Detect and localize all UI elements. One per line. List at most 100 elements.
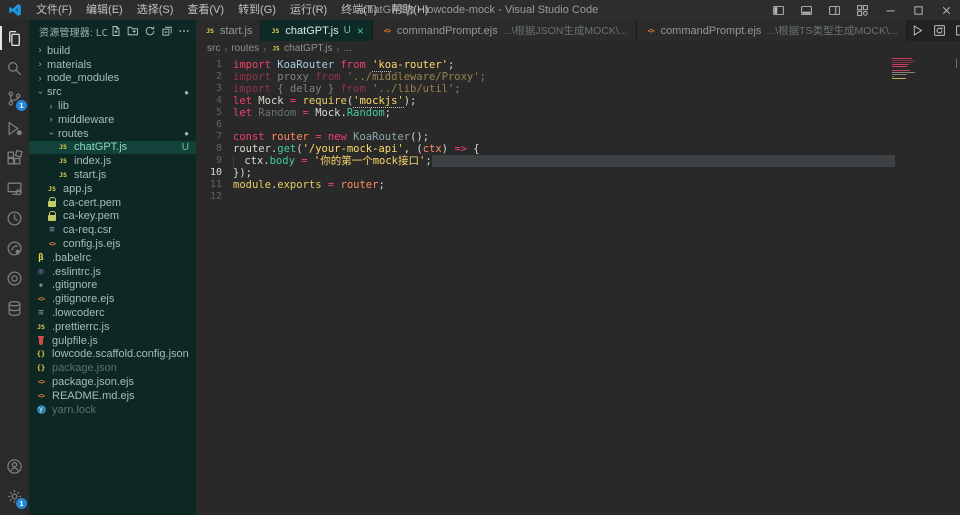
tree-file-package-json[interactable]: package.json [29, 361, 196, 375]
run-code-button[interactable] [929, 20, 951, 41]
tree-label: chatGPT.js [74, 141, 128, 154]
close-tab-icon[interactable]: × [357, 25, 364, 37]
tree-file--prettierrc-js[interactable]: .prettierrc.js [29, 320, 196, 334]
menu-item-5[interactable]: 运行(R) [283, 0, 334, 20]
tree-label: gulpfile.js [52, 334, 98, 347]
tree-label: yarn.lock [52, 403, 97, 416]
tree-file-gulpfile-js[interactable]: gulpfile.js [29, 334, 196, 348]
source-control-icon[interactable]: 1 [0, 83, 29, 113]
breadcrumb-item[interactable]: routes [231, 43, 259, 54]
maximize-button[interactable] [904, 0, 932, 20]
tree-folder-middleware[interactable]: › middleware [29, 113, 196, 127]
line-number: 12 [209, 191, 222, 202]
refresh-explorer-button[interactable] [141, 22, 158, 40]
line-number: 6 [215, 119, 222, 130]
toggle-sidebar-button[interactable] [764, 0, 792, 20]
extension-circle-c-icon[interactable] [0, 263, 29, 293]
tree-folder-node-modules[interactable]: › node_modules [29, 72, 196, 86]
ejs-file-icon [35, 390, 47, 401]
new-file-button[interactable] [107, 22, 124, 40]
yarn-file-icon [35, 404, 47, 415]
tree-file--babelrc[interactable]: .babelrc [29, 251, 196, 265]
tree-file--eslintrc-js[interactable]: .eslintrc.js [29, 265, 196, 279]
tree-file-package-json-ejs[interactable]: package.json.ejs [29, 375, 196, 389]
tree-label: config.js.ejs [63, 238, 121, 251]
extension-circle-a-icon[interactable] [0, 203, 29, 233]
tab-label: chatGPT.js [285, 24, 339, 37]
chevron-icon: › [35, 90, 45, 94]
tree-folder-build[interactable]: › build [29, 44, 196, 58]
tree-file--lowcoderc[interactable]: .lowcoderc [29, 306, 196, 320]
json-file-icon [35, 349, 47, 360]
git-badge: ● [184, 87, 189, 97]
tree-file--gitignore-ejs[interactable]: .gitignore.ejs [29, 292, 196, 306]
menu-item-4[interactable]: 转到(G) [231, 0, 283, 20]
customize-layout-button[interactable] [848, 0, 876, 20]
tree-file-ca-req-csr[interactable]: ca-req.csr [29, 223, 196, 237]
lock-file-icon [46, 210, 58, 222]
breadcrumb-item[interactable]: ... [344, 43, 352, 54]
new-folder-button[interactable] [124, 22, 141, 40]
extensions-icon[interactable] [0, 143, 29, 173]
code-text: import proxy from '../middleware/Proxy'; [233, 71, 486, 83]
breadcrumb-item[interactable]: chatGPT.js [270, 43, 332, 54]
tree-label: .babelrc [52, 251, 92, 264]
menu-item-3[interactable]: 查看(V) [180, 0, 231, 20]
tree-file-readme-md-ejs[interactable]: README.md.ejs [29, 389, 196, 403]
js-file-icon [57, 156, 69, 167]
minimap-line [892, 70, 910, 71]
tree-file-index-js[interactable]: index.js [29, 154, 196, 168]
database-icon[interactable] [0, 293, 29, 323]
toggle-panel-button[interactable] [792, 0, 820, 20]
more-actions-button[interactable] [175, 22, 192, 40]
editor-group: start.js chatGPT.js U × commandPrompt.ejs...… [196, 20, 960, 515]
minimize-button[interactable] [876, 0, 904, 20]
split-editor-button[interactable] [951, 20, 960, 41]
badge-settings-gear: 1 [16, 498, 27, 509]
remote-explorer-icon[interactable] [0, 173, 29, 203]
tree-file-ca-key-pem[interactable]: ca-key.pem [29, 210, 196, 224]
tree-folder-src[interactable]: › src ● [29, 85, 196, 99]
toggle-secondary-sidebar-button[interactable] [820, 0, 848, 20]
explorer-icon[interactable] [0, 23, 29, 53]
tree-folder-materials[interactable]: › materials [29, 58, 196, 72]
tree-file-lowcode-scaffold-config-json[interactable]: lowcode.scaffold.config.json [29, 348, 196, 362]
tree-file-chatgpt-js[interactable]: chatGPT.js U [29, 140, 196, 155]
tree-file-app-js[interactable]: app.js [29, 182, 196, 196]
collapse-folders-button[interactable] [158, 22, 175, 40]
ejs-file-icon [381, 25, 393, 36]
settings-gear-icon[interactable]: 1 [0, 481, 29, 511]
extension-circle-b-icon[interactable] [0, 233, 29, 263]
code-line-9: 9 ctx. body = '你的第一个mock接口'; [196, 155, 960, 167]
run-file-button[interactable] [907, 20, 929, 41]
tab-commandprompt-ejs[interactable]: commandPrompt.ejs ...\根据JSON生成MOCK\... [372, 20, 637, 41]
tree-file--gitignore[interactable]: .gitignore [29, 279, 196, 293]
tree-folder-routes[interactable]: › routes ● [29, 127, 196, 141]
gulp-file-icon [35, 335, 47, 346]
tab-chatgpt-js[interactable]: chatGPT.js U × [261, 20, 373, 41]
run-and-debug-icon[interactable] [0, 113, 29, 143]
js-file-icon [35, 321, 47, 332]
search-icon[interactable] [0, 53, 29, 83]
tab-commandprompt-ejs[interactable]: commandPrompt.ejs ...\根据TS类型生成MOCK\... [636, 20, 907, 41]
minimap[interactable] [892, 58, 918, 82]
line-number: 1 [215, 59, 222, 70]
tree-folder-lib[interactable]: › lib [29, 99, 196, 113]
accounts-icon[interactable] [0, 451, 29, 481]
menu-item-1[interactable]: 编辑(E) [79, 0, 130, 20]
tree-file-start-js[interactable]: start.js [29, 168, 196, 182]
menu-item-0[interactable]: 文件(F) [29, 0, 79, 20]
tab-start-js[interactable]: start.js [196, 20, 262, 41]
breadcrumb[interactable]: src›routes›chatGPT.js›... [196, 41, 960, 56]
menu-item-2[interactable]: 选择(S) [130, 0, 181, 20]
breadcrumb-separator-icon: › [336, 43, 340, 54]
tree-file-yarn-lock[interactable]: yarn.lock [29, 403, 196, 417]
code-editor[interactable]: 1 import KoaRouter from 'ko a-router'; 2 imp… [196, 56, 960, 515]
git-badge: ● [184, 129, 189, 139]
babel-file-icon [35, 252, 47, 263]
breadcrumb-item[interactable]: src [207, 43, 220, 54]
tree-file-ca-cert-pem[interactable]: ca-cert.pem [29, 196, 196, 210]
tree-file-config-js-ejs[interactable]: config.js.ejs [29, 237, 196, 251]
close-button[interactable] [932, 0, 960, 20]
tree-label: README.md.ejs [52, 389, 135, 402]
